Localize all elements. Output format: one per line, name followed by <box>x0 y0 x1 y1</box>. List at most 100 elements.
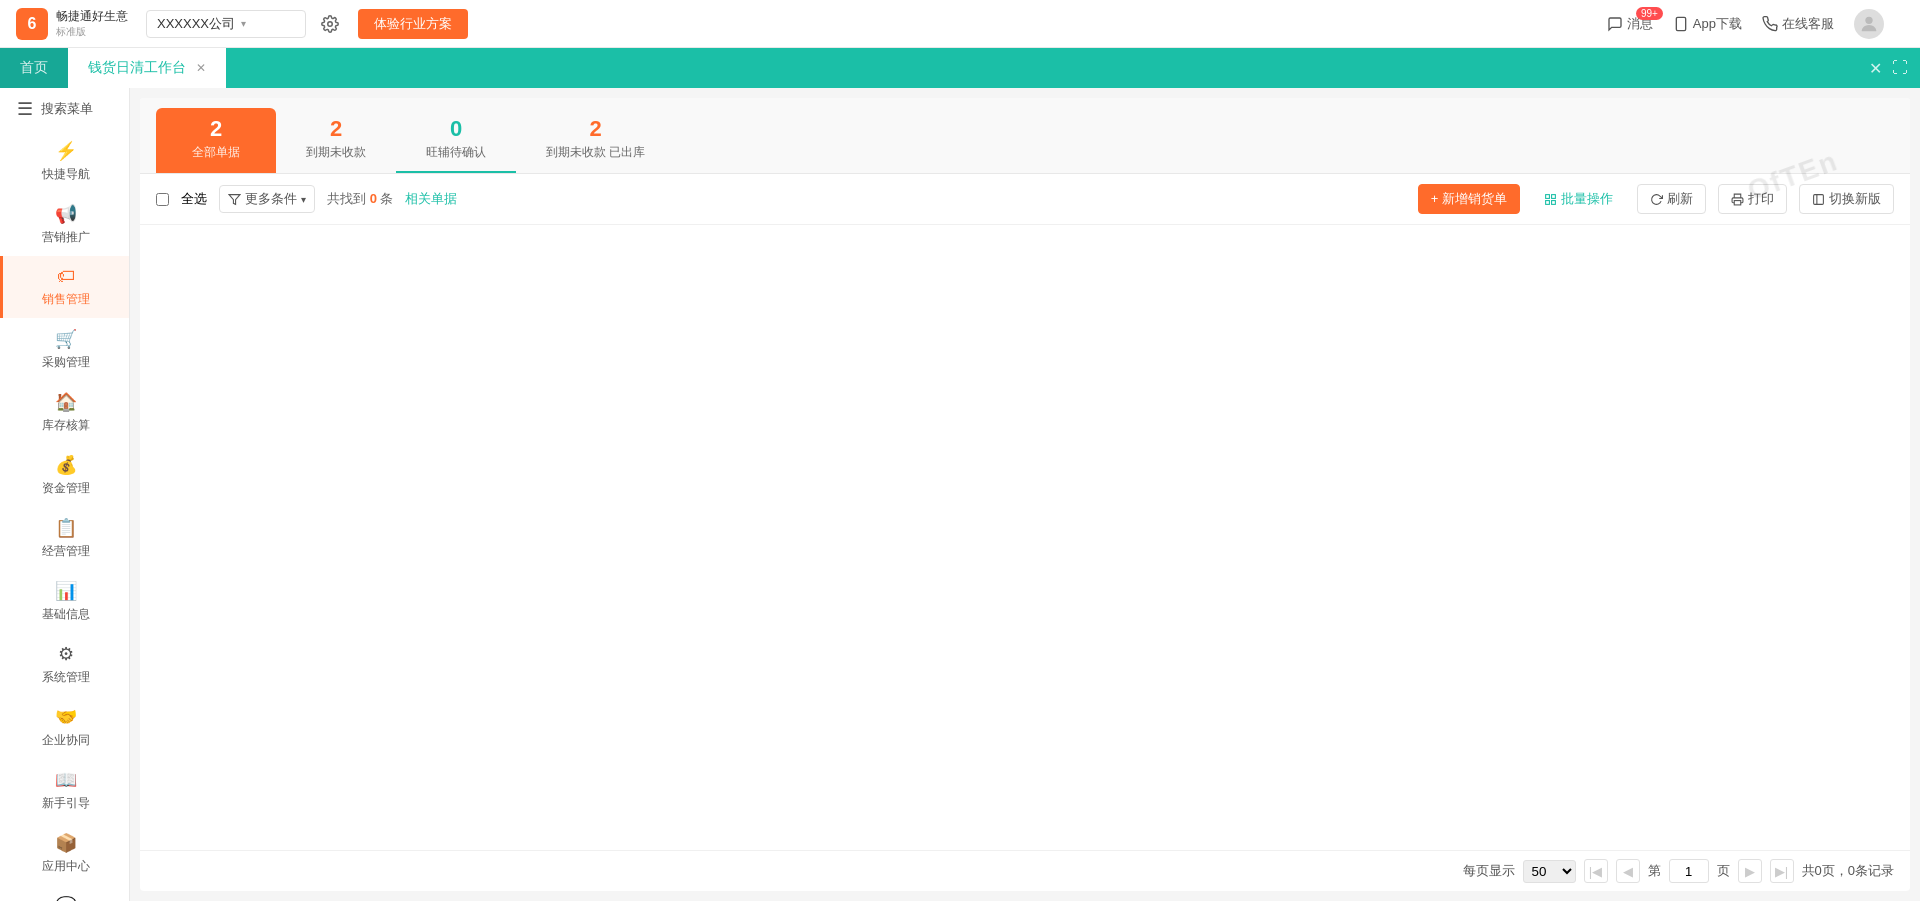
stat-label-all: 全部单据 <box>192 144 240 161</box>
stat-tab-overdue-shipped[interactable]: 2 到期未收款 已出库 <box>516 108 675 173</box>
operations-icon: 📋 <box>55 517 77 539</box>
page-next-btn[interactable]: ▶ <box>1738 859 1762 883</box>
batch-op-button[interactable]: 批量操作 <box>1532 185 1625 213</box>
stat-tab-all[interactable]: 2 全部单据 <box>156 108 276 173</box>
apps-icon: 📦 <box>55 832 77 854</box>
svg-point-0 <box>328 21 333 26</box>
tab-cashflow[interactable]: 钱货日清工作台 ✕ <box>68 48 226 88</box>
stats-tabs: 2 全部单据 2 到期未收款 0 旺辅待确认 2 到期未收款 已出库 <box>140 98 1910 174</box>
sidebar-item-search-label: 搜索菜单 <box>41 100 93 118</box>
content-inner: 2 全部单据 2 到期未收款 0 旺辅待确认 2 到期未收款 已出库 <box>140 98 1910 891</box>
chevron-down-icon: ▾ <box>241 18 246 29</box>
sidebar-item-system[interactable]: ⚙ 系统管理 <box>0 633 129 696</box>
switch-version-button[interactable]: 切换新版 <box>1799 184 1894 214</box>
chevron-down-icon: ▾ <box>301 194 306 205</box>
sidebar-item-system-label: 系统管理 <box>42 669 90 686</box>
batch-icon <box>1544 193 1557 206</box>
page-input[interactable] <box>1669 859 1709 883</box>
tab-home-label: 首页 <box>20 59 48 77</box>
select-all-checkbox[interactable] <box>156 193 169 206</box>
print-button[interactable]: 打印 <box>1718 184 1787 214</box>
user-avatar[interactable] <box>1854 9 1884 39</box>
sidebar: ☰ 搜索菜单 ⚡ 快捷导航 📢 营销推广 🏷 销售管理 🛒 采购管理 🏠 库存核… <box>0 88 130 901</box>
page-prev-btn[interactable]: ◀ <box>1616 859 1640 883</box>
online-service-label: 在线客服 <box>1782 15 1834 33</box>
app-title: 畅捷通好生意 标准版 <box>56 9 128 38</box>
sidebar-item-marketing[interactable]: 📢 营销推广 <box>0 193 129 256</box>
sidebar-item-operations[interactable]: 📋 经营管理 <box>0 507 129 570</box>
sidebar-item-basic-label: 基础信息 <box>42 606 90 623</box>
print-icon <box>1731 193 1744 206</box>
stat-tab-wangwang[interactable]: 0 旺辅待确认 <box>396 108 516 173</box>
sidebar-item-purchase-label: 采购管理 <box>42 354 90 371</box>
toolbar-right: + 新增销货单 批量操作 刷新 <box>1418 184 1894 214</box>
tab-close-icon[interactable]: ✕ <box>196 61 206 75</box>
sidebar-item-inventory-label: 库存核算 <box>42 417 90 434</box>
refresh-icon <box>1650 193 1663 206</box>
refresh-button[interactable]: 刷新 <box>1637 184 1706 214</box>
company-selector[interactable]: XXXXXX公司 ▾ <box>146 10 306 38</box>
message-badge: 99+ <box>1636 7 1663 20</box>
system-icon: ⚙ <box>58 643 74 665</box>
sidebar-item-sales[interactable]: 🏷 销售管理 <box>0 256 129 318</box>
stat-count-wangwang: 0 <box>450 116 462 142</box>
search-icon: ☰ <box>17 98 33 120</box>
svg-point-3 <box>1865 16 1872 23</box>
found-text: 共找到 0 条 <box>327 190 393 208</box>
toolbar: 全选 更多条件 ▾ 共找到 0 条 相关单据 + 新增销货单 <box>140 174 1910 225</box>
add-sale-button[interactable]: + 新增销货单 <box>1418 184 1520 214</box>
tab-cashflow-label: 钱货日清工作台 <box>88 59 186 77</box>
related-order-link[interactable]: 相关单据 <box>405 190 457 208</box>
sidebar-item-quicknav[interactable]: ⚡ 快捷导航 <box>0 130 129 193</box>
page-first-btn[interactable]: |◀ <box>1584 859 1608 883</box>
page-last-btn[interactable]: ▶| <box>1770 859 1794 883</box>
purchase-icon: 🛒 <box>55 328 77 350</box>
filter-button[interactable]: 更多条件 ▾ <box>219 185 315 213</box>
pagination-bar: 每页显示 50 100 200 |◀ ◀ 第 页 ▶ ▶| 共0页，0条记录 <box>140 850 1910 891</box>
svg-rect-10 <box>1814 194 1824 204</box>
sidebar-item-search[interactable]: ☰ 搜索菜单 <box>0 88 129 130</box>
sidebar-item-basic[interactable]: 📊 基础信息 <box>0 570 129 633</box>
sidebar-item-cooperation[interactable]: 🤝 企业协同 <box>0 696 129 759</box>
sidebar-item-marketing-label: 营销推广 <box>42 229 90 246</box>
wechat-icon: 💬 <box>55 895 77 901</box>
sidebar-item-finance[interactable]: 💰 资金管理 <box>0 444 129 507</box>
tab-expand-icon[interactable]: ⛶ <box>1892 59 1908 77</box>
sidebar-item-purchase[interactable]: 🛒 采购管理 <box>0 318 129 381</box>
switch-icon <box>1812 193 1825 206</box>
online-service-action[interactable]: 在线客服 <box>1762 15 1834 33</box>
content-area: 2 全部单据 2 到期未收款 0 旺辅待确认 2 到期未收款 已出库 <box>130 88 1920 901</box>
sidebar-item-apps[interactable]: 📦 应用中心 <box>0 822 129 885</box>
tab-bar-right: ✕ ⛶ <box>1869 59 1920 78</box>
cooperation-icon: 🤝 <box>55 706 77 728</box>
tab-home[interactable]: 首页 <box>0 48 68 88</box>
quicknav-icon: ⚡ <box>55 140 77 162</box>
tab-minimize-icon[interactable]: ✕ <box>1869 59 1882 78</box>
app-download-label: App下载 <box>1693 15 1742 33</box>
filter-btn-label: 更多条件 <box>245 190 297 208</box>
per-page-select[interactable]: 50 100 200 <box>1523 860 1576 883</box>
stat-tab-overdue[interactable]: 2 到期未收款 <box>276 108 396 173</box>
marketing-icon: 📢 <box>55 203 77 225</box>
experience-btn[interactable]: 体验行业方案 <box>358 9 468 39</box>
sidebar-item-wechat[interactable]: 💬 企业微信 <box>0 885 129 901</box>
filter-icon <box>228 193 241 206</box>
app-download-action[interactable]: App下载 <box>1673 15 1742 33</box>
message-action[interactable]: 消息 99+ <box>1607 15 1653 33</box>
finance-icon: 💰 <box>55 454 77 476</box>
sidebar-item-guide[interactable]: 📖 新手引导 <box>0 759 129 822</box>
guide-icon: 📖 <box>55 769 77 791</box>
inventory-icon: 🏠 <box>55 391 77 413</box>
tab-bar: 首页 钱货日清工作台 ✕ ✕ ⛶ <box>0 48 1920 88</box>
stat-label-overdue-shipped: 到期未收款 已出库 <box>546 144 645 161</box>
top-header: 6 畅捷通好生意 标准版 XXXXXX公司 ▾ 体验行业方案 消息 99+ <box>0 0 1920 48</box>
table-area <box>140 225 1910 850</box>
sidebar-item-inventory[interactable]: 🏠 库存核算 <box>0 381 129 444</box>
stat-label-wangwang: 旺辅待确认 <box>426 144 486 161</box>
main-layout: ☰ 搜索菜单 ⚡ 快捷导航 📢 营销推广 🏷 销售管理 🛒 采购管理 🏠 库存核… <box>0 88 1920 901</box>
svg-rect-7 <box>1552 200 1556 204</box>
settings-button[interactable] <box>314 8 346 40</box>
sidebar-item-cooperation-label: 企业协同 <box>42 732 90 749</box>
svg-rect-8 <box>1546 200 1550 204</box>
select-all-label: 全选 <box>181 190 207 208</box>
